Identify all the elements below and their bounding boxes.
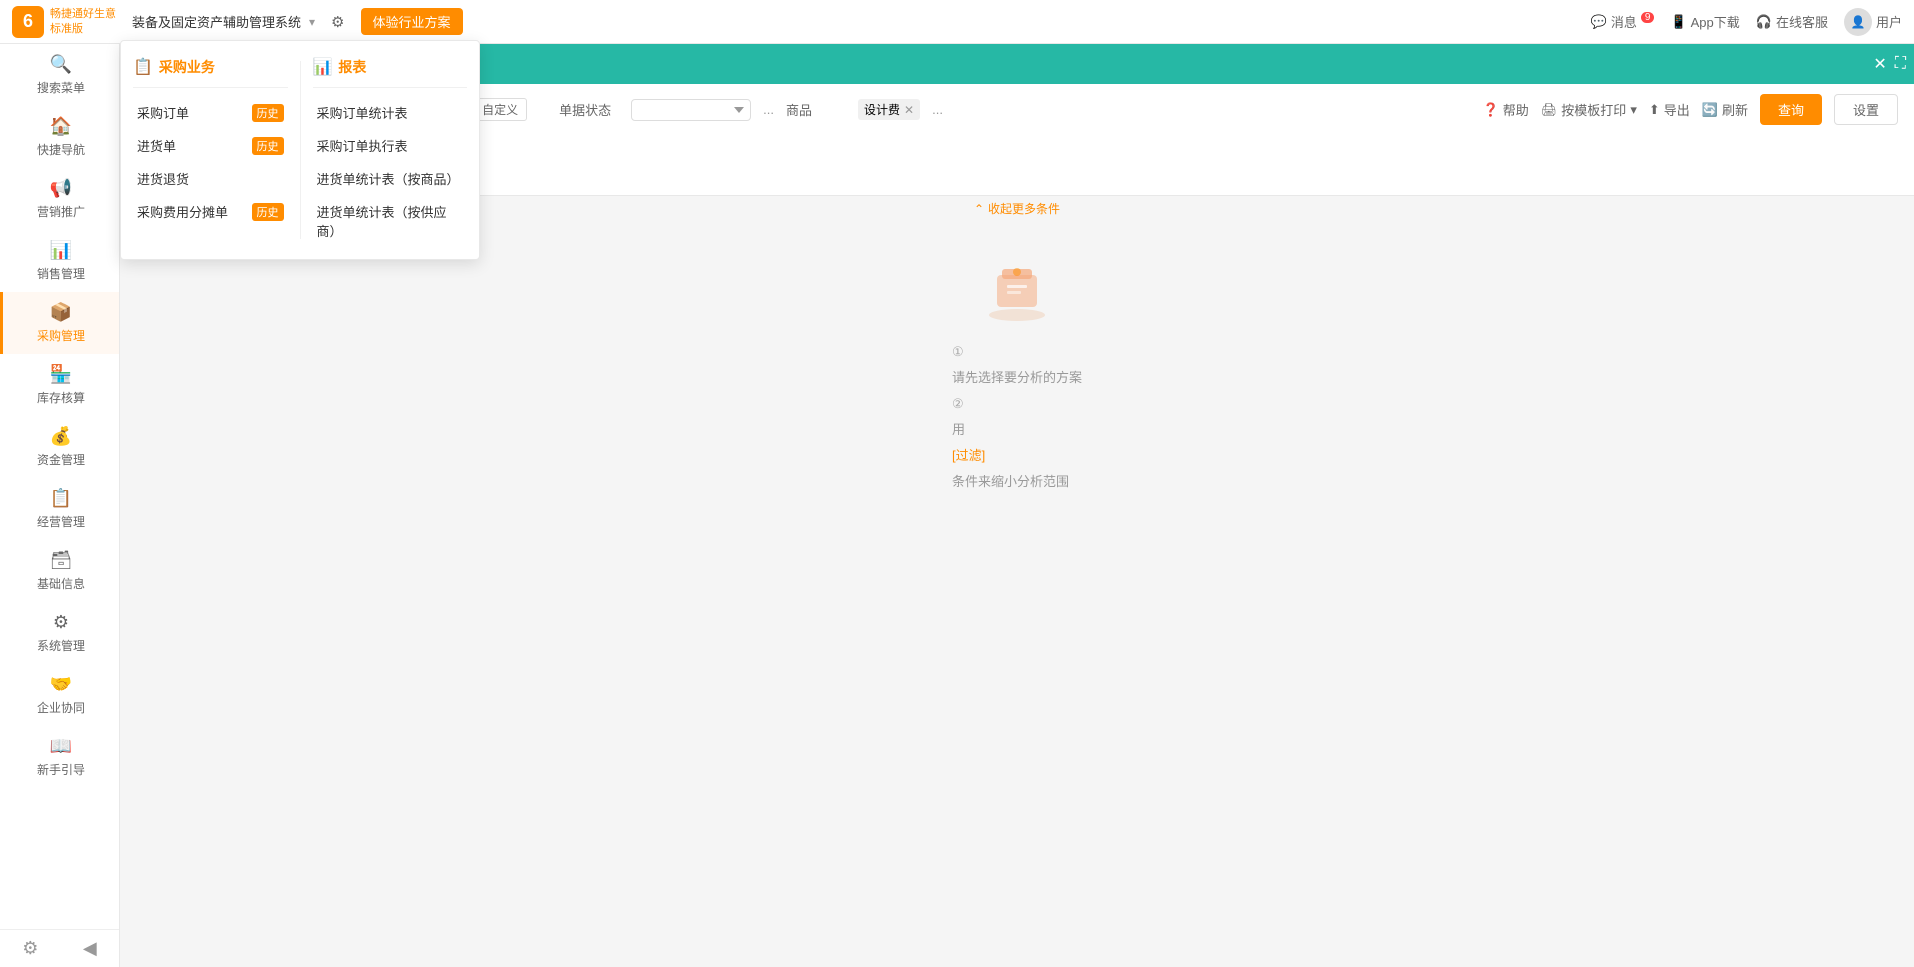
sidebar-item-quick-nav[interactable]: 🏠 快捷导航 <box>0 106 119 168</box>
purchase-col-title: 📋 采购业务 <box>133 53 288 88</box>
search-icon: 🔍 <box>50 54 72 75</box>
tab-close-page-icon[interactable]: ✕ <box>1873 54 1886 74</box>
online-service-item[interactable]: 🎧 在线客服 <box>1756 12 1828 31</box>
finance-icon: 💰 <box>50 426 72 447</box>
guide-icon: 📖 <box>50 736 72 757</box>
collapse-icon: ⌃ <box>974 202 984 216</box>
print-dropdown-icon: ▾ <box>1630 102 1637 118</box>
refresh-icon: 🔄 <box>1702 102 1718 118</box>
sidebar-bottom: ⚙ ◀ <box>0 929 119 967</box>
sidebar-item-finance[interactable]: 💰 资金管理 <box>0 416 119 478</box>
setting-btn[interactable]: 设置 <box>1834 94 1898 125</box>
empty-state: ① 请先选择要分析的方案 ② 用[过滤]条件来缩小分析范围 <box>120 221 1914 521</box>
dropdown-menu: 📋 采购业务 采购订单 历史 进货单 历史 进货退货 <box>120 44 480 260</box>
sidebar-item-inventory[interactable]: 🏪 库存核算 <box>0 354 119 416</box>
sidebar-collapse-btn[interactable]: ◀ <box>83 938 97 959</box>
history-badge-3: 历史 <box>252 203 284 221</box>
header-right: 💬 消息 9 📱 App下载 🎧 在线客服 👤 用户 <box>1591 8 1902 36</box>
top-header: 6 畅捷通好生意 标准版 装备及固定资产辅助管理系统 ▾ ⚙ 体验行业方案 💬 … <box>0 0 1914 44</box>
logo-icon: 6 <box>12 6 44 38</box>
dropdown-item-goods-return[interactable]: 进货退货 <box>133 162 288 195</box>
system-title-dropdown[interactable]: ▾ <box>309 15 315 29</box>
toolbar-right: ❓ 帮助 🖨 按模板打印 ▾ ⬆ 导出 🔄 <box>1483 94 1898 125</box>
system-title-area: 装备及固定资产辅助管理系统 ▾ ⚙ 体验行业方案 <box>132 8 1591 35</box>
sidebar-item-operation[interactable]: 📋 经营管理 <box>0 478 119 540</box>
sidebar-item-system[interactable]: ⚙ 系统管理 <box>0 602 119 664</box>
filter-ellipsis-1: ... <box>763 102 774 117</box>
dropdown-columns: 📋 采购业务 采购订单 历史 进货单 历史 进货退货 <box>121 53 479 247</box>
enterprise-icon: 🤝 <box>50 674 72 695</box>
message-badge: 9 <box>1641 12 1655 23</box>
app-download-item[interactable]: 📱 App下载 <box>1670 12 1739 31</box>
main-layout: 🔍 搜索菜单 🏠 快捷导航 📢 营销推广 📊 销售管理 📦 采购管理 🏪 库存核… <box>0 44 1914 967</box>
dropdown-item-purchase-expense[interactable]: 采购费用分摊单 历史 <box>133 195 288 228</box>
goods-label: 商品 <box>786 100 846 119</box>
sidebar-item-search[interactable]: 🔍 搜索菜单 <box>0 44 119 106</box>
logo-area: 6 畅捷通好生意 标准版 <box>12 6 132 38</box>
goods-tag-close[interactable]: ✕ <box>904 103 914 117</box>
tab-maximize-icon[interactable]: ⛶ <box>1895 55 1906 73</box>
history-badge-1: 历史 <box>252 137 284 155</box>
goods-tag: 设计费 ✕ <box>858 99 920 120</box>
avatar: 👤 <box>1844 8 1872 36</box>
dropdown-item-goods-receipt[interactable]: 进货单 历史 <box>133 129 288 162</box>
marketing-icon: 📢 <box>50 178 72 199</box>
quick-btn-custom[interactable]: 自定义 <box>473 98 527 121</box>
system-icon: ⚙ <box>53 612 69 633</box>
sidebar-settings-btn[interactable]: ⚙ <box>22 938 38 959</box>
refresh-btn[interactable]: 🔄 刷新 <box>1702 100 1748 119</box>
help-btn[interactable]: ❓ 帮助 <box>1483 100 1529 119</box>
voucher-status-label: 单据状态 <box>559 100 619 119</box>
query-btn[interactable]: 查询 <box>1760 94 1822 125</box>
sidebar-item-sales[interactable]: 📊 销售管理 <box>0 230 119 292</box>
headset-icon: 🎧 <box>1756 14 1772 30</box>
dropdown-item-report-2[interactable]: 采购订单执行表 <box>313 129 468 162</box>
export-icon: ⬆ <box>1649 102 1660 118</box>
basic-info-icon: 🗃 <box>50 550 73 571</box>
purchase-col-icon: 📋 <box>133 57 153 77</box>
report-col-title: 📊 报表 <box>313 53 468 88</box>
industry-btn[interactable]: 体验行业方案 <box>361 8 463 35</box>
message-item[interactable]: 💬 消息 9 <box>1591 12 1655 31</box>
report-col-icon: 📊 <box>313 57 333 77</box>
empty-illustration <box>977 247 1057 327</box>
dropdown-item-report-3[interactable]: 进货单统计表（按商品） <box>313 162 468 195</box>
sidebar-item-basic-info[interactable]: 🗃 基础信息 <box>0 540 119 602</box>
phone-icon: 📱 <box>1670 14 1686 30</box>
sidebar-item-guide[interactable]: 📖 新手引导 <box>0 726 119 788</box>
export-btn[interactable]: ⬆ 导出 <box>1649 100 1690 119</box>
help-icon: ❓ <box>1483 102 1499 118</box>
system-title-text: 装备及固定资产辅助管理系统 <box>132 12 301 31</box>
tab-bar-right: ✕ ⛶ <box>1873 54 1906 74</box>
voucher-status-select[interactable] <box>631 99 751 121</box>
report-col: 📊 报表 采购订单统计表 采购订单执行表 进货单统计表（按商品） 进货单统计表（… <box>301 53 480 247</box>
print-icon: 🖨 <box>1541 102 1558 118</box>
sidebar-item-purchase[interactable]: 📦 采购管理 <box>0 292 119 354</box>
logo-text: 畅捷通好生意 标准版 <box>50 7 116 36</box>
dropdown-item-purchase-order[interactable]: 采购订单 历史 <box>133 96 288 129</box>
dropdown-item-report-4[interactable]: 进货单统计表（按供应商） <box>313 195 468 247</box>
purchase-col: 📋 采购业务 采购订单 历史 进货单 历史 进货退货 <box>121 53 300 247</box>
print-btn[interactable]: 🖨 按模板打印 ▾ <box>1541 100 1637 119</box>
operation-icon: 📋 <box>50 488 72 509</box>
sales-icon: 📊 <box>50 240 72 261</box>
gear-icon[interactable]: ⚙ <box>331 13 344 31</box>
inventory-icon: 🏪 <box>50 364 72 385</box>
history-badge-0: 历史 <box>252 104 284 122</box>
filter-ellipsis-2: ... <box>932 102 943 117</box>
message-icon: 💬 <box>1591 14 1607 30</box>
sidebar-item-marketing[interactable]: 📢 营销推广 <box>0 168 119 230</box>
user-item[interactable]: 👤 用户 <box>1844 8 1902 36</box>
dropdown-item-report-1[interactable]: 采购订单统计表 <box>313 96 468 129</box>
purchase-icon: 📦 <box>50 302 72 323</box>
sidebar: 🔍 搜索菜单 🏠 快捷导航 📢 营销推广 📊 销售管理 📦 采购管理 🏪 库存核… <box>0 44 120 967</box>
empty-hints: ① 请先选择要分析的方案 ② 用[过滤]条件来缩小分析范围 <box>952 339 1082 495</box>
content-area: 首页 销售排行榜 ✕ ✕ ⛶ 日期 2024-01-01 ~ 202 <box>120 44 1914 967</box>
sidebar-item-enterprise[interactable]: 🤝 企业协同 <box>0 664 119 726</box>
home-icon: 🏠 <box>50 116 72 137</box>
